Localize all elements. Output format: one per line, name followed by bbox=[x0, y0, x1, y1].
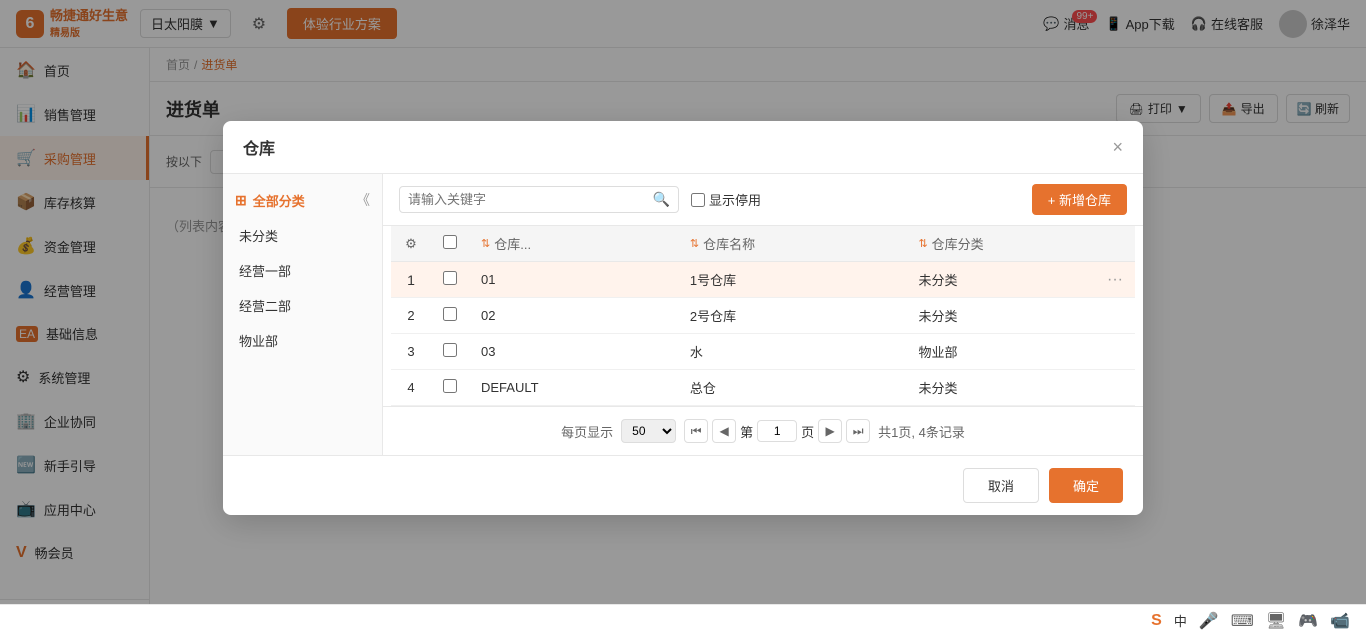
table-row[interactable]: 3 03 水 物业部 bbox=[391, 334, 1135, 370]
gear-icon[interactable]: ⚙ bbox=[405, 236, 417, 251]
row-checkbox-cell bbox=[431, 298, 469, 334]
modal-sidebar-item-dept1[interactable]: 经营一部 bbox=[223, 253, 382, 288]
row-checkbox-cell bbox=[431, 262, 469, 298]
search-box: 🔍 bbox=[399, 186, 679, 213]
modal-sidebar-item-property[interactable]: 物业部 bbox=[223, 323, 382, 358]
row-num: 2 bbox=[391, 298, 431, 334]
next-page-btn[interactable]: ▶ bbox=[818, 419, 842, 443]
show-disabled-checkbox[interactable] bbox=[691, 193, 705, 207]
warehouse-table: ⚙ ⇅ 仓库... bbox=[391, 226, 1135, 406]
header-row: ⚙ ⇅ 仓库... bbox=[391, 226, 1135, 262]
table-body: 1 01 1号仓库 未分类 ··· bbox=[391, 262, 1135, 406]
row-checkbox[interactable] bbox=[443, 343, 457, 357]
modal-overlay[interactable]: 仓库 × ⊞ 全部分类 《 未分类 经营一部 经营二部 物业部 bbox=[0, 0, 1366, 636]
camera-icon[interactable]: 📹 bbox=[1330, 611, 1350, 631]
table-row[interactable]: 1 01 1号仓库 未分类 ··· bbox=[391, 262, 1135, 298]
select-all-checkbox[interactable] bbox=[443, 235, 457, 249]
warehouse-code: 03 bbox=[469, 334, 678, 370]
grid-icon: ⊞ bbox=[235, 192, 247, 209]
warehouse-name: 水 bbox=[678, 334, 907, 370]
col-code: ⇅ 仓库... bbox=[469, 226, 678, 262]
modal-toolbar: 🔍 显示停用 + 新增仓库 bbox=[383, 174, 1143, 226]
confirm-button[interactable]: 确定 bbox=[1049, 468, 1123, 503]
warehouse-code: 01 bbox=[469, 262, 678, 298]
modal-sidebar: ⊞ 全部分类 《 未分类 经营一部 经营二部 物业部 bbox=[223, 174, 383, 455]
cancel-button[interactable]: 取消 bbox=[963, 468, 1039, 503]
modal-body: ⊞ 全部分类 《 未分类 经营一部 经营二部 物业部 🔍 bbox=[223, 174, 1143, 455]
row-checkbox[interactable] bbox=[443, 271, 457, 285]
monitor-icon[interactable]: 🖥 bbox=[1266, 611, 1286, 631]
table-row[interactable]: 4 DEFAULT 总仓 未分类 bbox=[391, 370, 1135, 406]
table-header: ⚙ ⇅ 仓库... bbox=[391, 226, 1135, 262]
mic-icon[interactable]: 🎤 bbox=[1199, 611, 1219, 631]
modal-sidebar-item-dept2[interactable]: 经营二部 bbox=[223, 288, 382, 323]
last-page-btn[interactable]: ⏭ bbox=[846, 419, 870, 443]
lang-icon[interactable]: 中 bbox=[1174, 611, 1187, 630]
sort-icon: ⇅ bbox=[918, 237, 927, 250]
warehouse-modal: 仓库 × ⊞ 全部分类 《 未分类 经营一部 经营二部 物业部 bbox=[223, 121, 1143, 515]
statusbar: S 中 🎤 ⌨ 🖥 🎮 📹 bbox=[0, 604, 1366, 636]
page-size-select[interactable]: 50 100 200 bbox=[621, 419, 676, 443]
col-category: ⇅ 仓库分类 bbox=[906, 226, 1135, 262]
col-checkbox bbox=[431, 226, 469, 262]
add-warehouse-button[interactable]: + 新增仓库 bbox=[1032, 184, 1127, 215]
warehouse-category: 未分类 bbox=[906, 298, 1135, 334]
row-checkbox-cell bbox=[431, 370, 469, 406]
total-info: 共1页, 4条记录 bbox=[878, 422, 965, 441]
brand-s-icon: S bbox=[1151, 612, 1162, 630]
sort-icon: ⇅ bbox=[481, 237, 490, 250]
row-num: 3 bbox=[391, 334, 431, 370]
modal-footer: 取消 确定 bbox=[223, 455, 1143, 515]
row-checkbox[interactable] bbox=[443, 307, 457, 321]
search-icon[interactable]: 🔍 bbox=[653, 191, 670, 208]
row-num: 4 bbox=[391, 370, 431, 406]
modal-content-area: 🔍 显示停用 + 新增仓库 ⚙ bbox=[383, 174, 1143, 455]
modal-table-container: ⚙ ⇅ 仓库... bbox=[383, 226, 1143, 406]
keyboard-icon[interactable]: ⌨ bbox=[1231, 611, 1254, 631]
more-icon[interactable]: ··· bbox=[1107, 271, 1123, 289]
warehouse-category: 物业部 bbox=[906, 334, 1135, 370]
warehouse-category: 未分类 bbox=[906, 370, 1135, 406]
warehouse-name: 2号仓库 bbox=[678, 298, 907, 334]
page-input[interactable] bbox=[757, 420, 797, 442]
row-checkbox-cell bbox=[431, 334, 469, 370]
gamepad-icon[interactable]: 🎮 bbox=[1298, 611, 1318, 631]
show-disabled-toggle[interactable]: 显示停用 bbox=[691, 190, 761, 209]
modal-sidebar-all-label: ⊞ 全部分类 bbox=[235, 191, 305, 210]
close-icon[interactable]: × bbox=[1112, 137, 1123, 158]
col-name: ⇅ 仓库名称 bbox=[678, 226, 907, 262]
page-nav: ⏮ ◀ 第 页 ▶ ⏭ bbox=[684, 419, 870, 443]
sort-icon: ⇅ bbox=[690, 237, 699, 250]
warehouse-name: 总仓 bbox=[678, 370, 907, 406]
col-gear: ⚙ bbox=[391, 226, 431, 262]
collapse-icon[interactable]: 《 bbox=[356, 190, 370, 210]
modal-sidebar-header[interactable]: ⊞ 全部分类 《 bbox=[223, 182, 382, 218]
row-num: 1 bbox=[391, 262, 431, 298]
modal-header: 仓库 × bbox=[223, 121, 1143, 174]
row-checkbox[interactable] bbox=[443, 379, 457, 393]
first-page-btn[interactable]: ⏮ bbox=[684, 419, 708, 443]
modal-title: 仓库 bbox=[243, 135, 275, 159]
warehouse-category: 未分类 ··· bbox=[906, 262, 1135, 298]
warehouse-code: 02 bbox=[469, 298, 678, 334]
pagination: 每页显示 50 100 200 ⏮ ◀ 第 页 ▶ ⏭ bbox=[383, 406, 1143, 455]
warehouse-name: 1号仓库 bbox=[678, 262, 907, 298]
modal-sidebar-item-uncat[interactable]: 未分类 bbox=[223, 218, 382, 253]
search-input[interactable] bbox=[408, 192, 653, 207]
table-row[interactable]: 2 02 2号仓库 未分类 bbox=[391, 298, 1135, 334]
warehouse-code: DEFAULT bbox=[469, 370, 678, 406]
prev-page-btn[interactable]: ◀ bbox=[712, 419, 736, 443]
